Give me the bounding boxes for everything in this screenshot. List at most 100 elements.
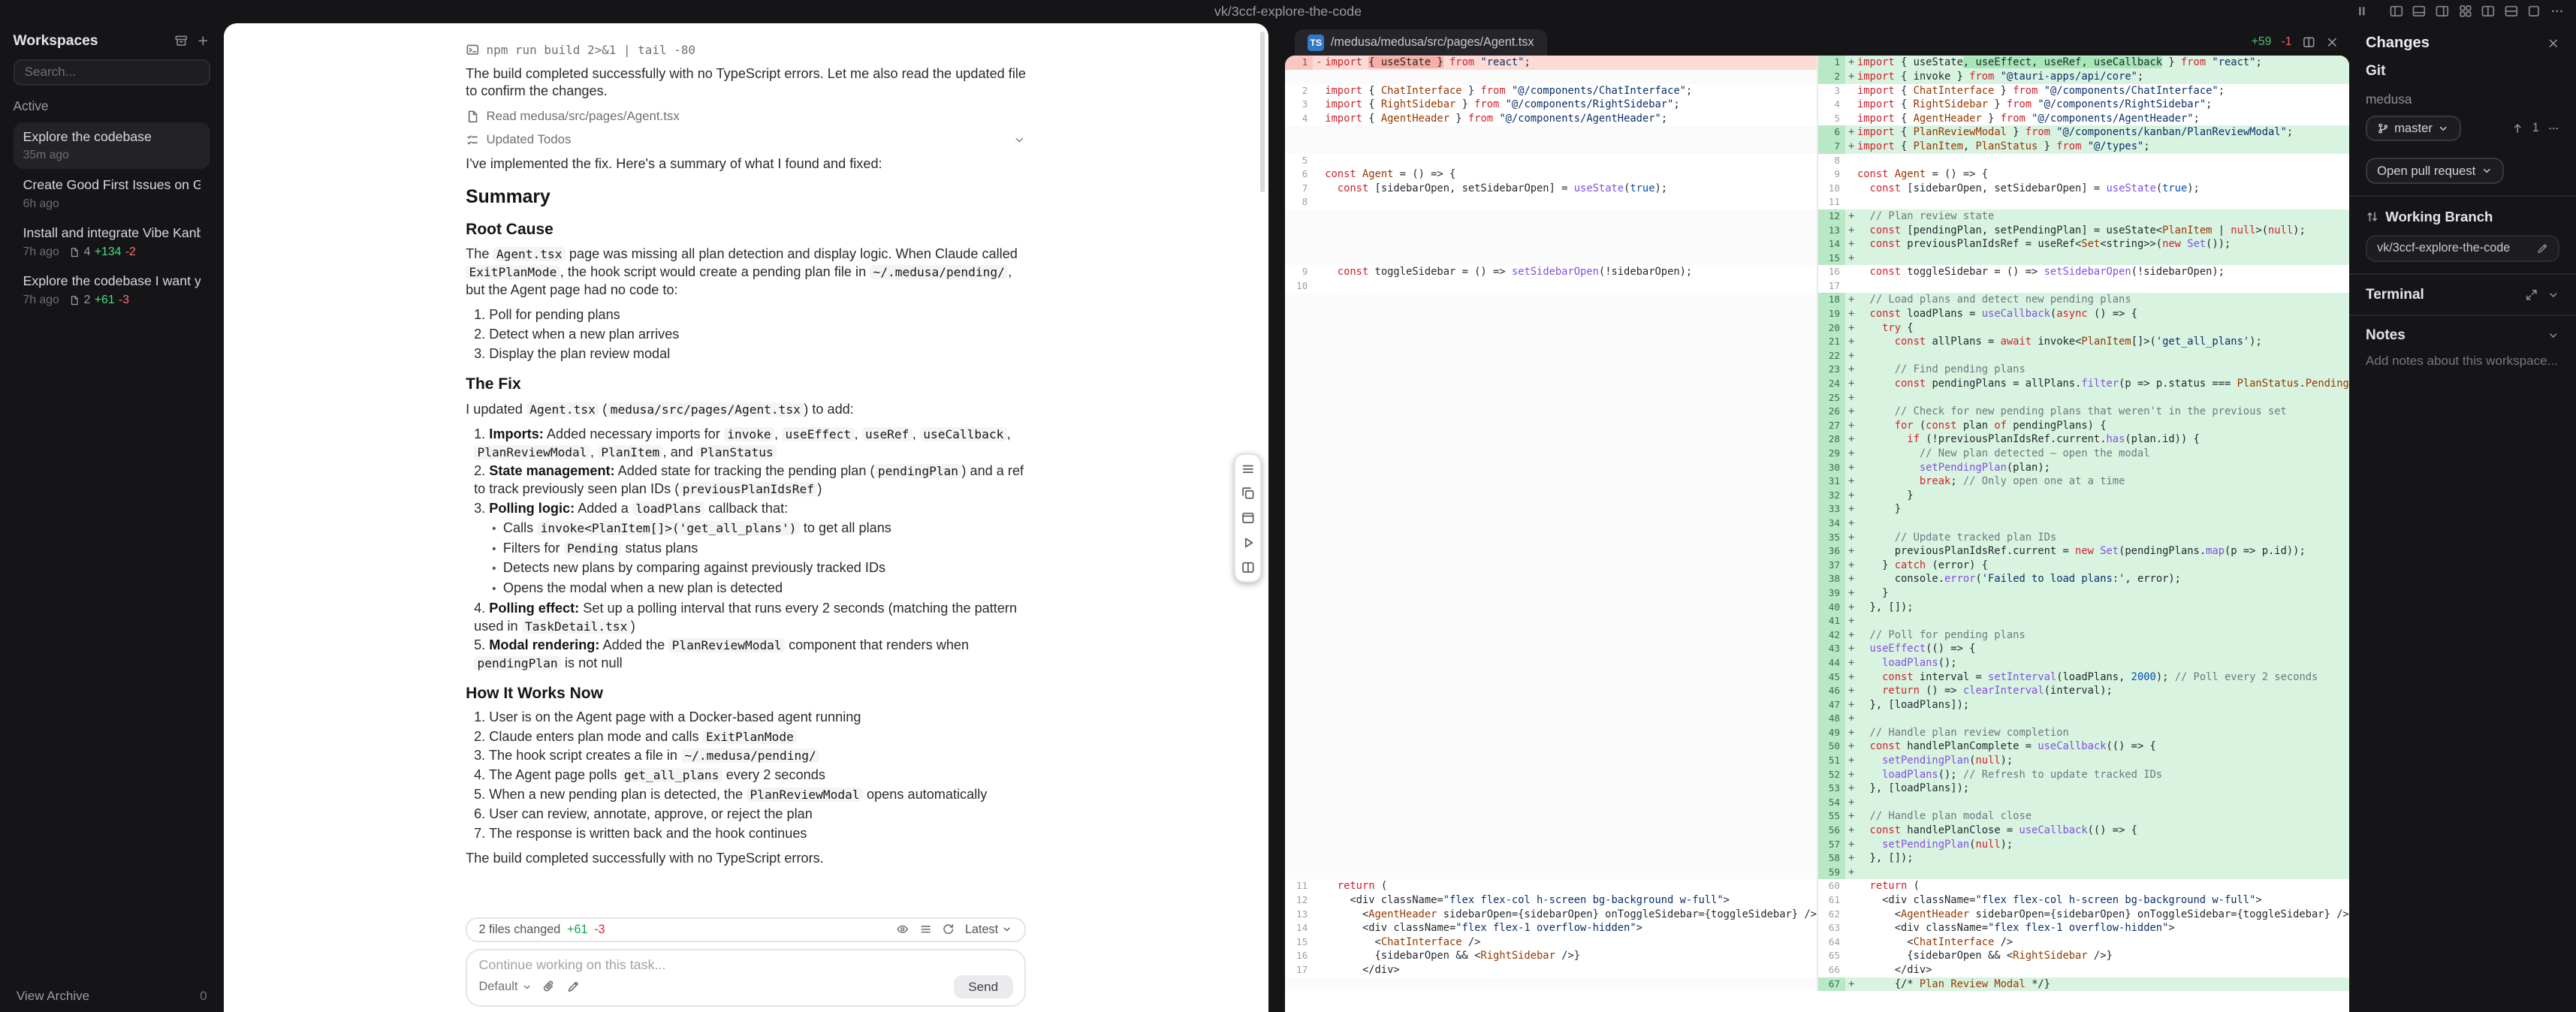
diff-code-line: + const loadPlans = useCallback(async ()… xyxy=(1845,307,2350,321)
file-tab[interactable]: TS /medusa/medusa/src/pages/Agent.tsx xyxy=(1295,29,1547,56)
diff-code-line: + } xyxy=(1845,489,2350,503)
expand-button[interactable] xyxy=(2525,288,2538,302)
changes-summary-bar[interactable]: 2 files changed +61 -3 Latest xyxy=(466,917,1026,942)
arrow-up-icon xyxy=(2511,122,2523,134)
chat-scroll-area[interactable]: npm run build 2>&1 | tail -80 The build c… xyxy=(224,23,1268,917)
tool-call-row[interactable]: npm run build 2>&1 | tail -80 xyxy=(466,43,1026,57)
diff-row: 58 xyxy=(1285,154,2350,168)
diff-code-line xyxy=(1845,154,2350,168)
refresh-button[interactable] xyxy=(942,923,955,936)
more-button[interactable] xyxy=(2550,4,2565,19)
tool-label: Updated Todos xyxy=(487,132,572,147)
version-dropdown[interactable]: Latest xyxy=(965,923,1013,937)
edit-branch-button[interactable] xyxy=(2536,242,2548,255)
window-button[interactable] xyxy=(1241,511,1256,526)
more-options-button[interactable] xyxy=(2547,122,2559,134)
paperclip-button[interactable] xyxy=(542,980,557,994)
chat-bottom-area: 2 files changed +61 -3 Latest Default xyxy=(466,917,1026,1012)
archive-button[interactable] xyxy=(174,34,189,48)
diff-line-number: 12 xyxy=(1817,209,1845,224)
chevron-down-icon xyxy=(1001,923,1012,935)
close-changes-button[interactable] xyxy=(2547,37,2560,50)
chevron-down-button[interactable] xyxy=(2547,288,2560,302)
pause-button[interactable] xyxy=(2354,4,2369,19)
diff-code-line: import { RightSidebar } from "@/componen… xyxy=(1313,98,1817,112)
diff-code-line: + const handlePlanComplete = useCallback… xyxy=(1845,739,2350,754)
diff-line-number: 13 xyxy=(1285,908,1313,922)
panel-left-button[interactable] xyxy=(2389,4,2404,19)
diff-row: 11 return (60 return ( xyxy=(1285,879,2350,893)
rows-button[interactable] xyxy=(2504,4,2519,19)
pencil-button[interactable] xyxy=(566,980,581,994)
split-button[interactable] xyxy=(2302,35,2316,50)
diff-line-number: 23 xyxy=(1817,363,1845,377)
workspaces-header-actions xyxy=(174,34,210,48)
notes-collapse-button[interactable] xyxy=(2547,329,2560,342)
columns-button[interactable] xyxy=(2481,4,2496,19)
diff-line-number: 11 xyxy=(1817,195,1845,209)
tool-call-row[interactable]: Updated Todos xyxy=(466,132,1026,147)
list-item: 1. Poll for pending plans xyxy=(474,306,1026,324)
play-button[interactable] xyxy=(1241,535,1256,550)
diff-line-number: 51 xyxy=(1817,754,1845,768)
diff-code-line xyxy=(1313,754,1817,768)
additions-count: +61 xyxy=(567,923,587,937)
branch-selector[interactable]: master xyxy=(2366,116,2461,142)
split-button[interactable] xyxy=(1241,560,1256,575)
mode-dropdown[interactable]: Default xyxy=(478,980,532,994)
plus-button[interactable] xyxy=(196,34,210,48)
copy-button[interactable] xyxy=(1241,486,1256,501)
titlebar: vk/3ccf-explore-the-code xyxy=(0,0,2576,23)
workspace-item[interactable]: Explore the codebase35m ago xyxy=(14,122,211,169)
scrollbar-thumb[interactable] xyxy=(1260,32,1265,192)
floating-toolbar xyxy=(1234,453,1262,583)
chat-content: npm run build 2>&1 | tail -80 The build c… xyxy=(466,23,1026,868)
layout-grid-button[interactable] xyxy=(2458,4,2473,19)
maximize-icon xyxy=(2526,4,2541,19)
terminal-section[interactable]: Terminal xyxy=(2366,287,2559,303)
diff-row: 26+ // Check for new pending plans that … xyxy=(1285,405,2350,419)
panel-bottom-button[interactable] xyxy=(2412,4,2427,19)
message-input[interactable] xyxy=(478,957,1012,973)
eye-button[interactable] xyxy=(896,923,909,936)
open-pr-button[interactable]: Open pull request xyxy=(2366,158,2504,184)
assistant-paragraph: The build completed successfully with no… xyxy=(466,65,1026,101)
diff-line-number xyxy=(1285,796,1313,810)
working-branch-field[interactable]: vk/3ccf-explore-the-code xyxy=(2366,235,2559,262)
diff-line-number xyxy=(1285,838,1313,852)
view-archive-link[interactable]: View Archive xyxy=(17,989,89,1004)
file-icon xyxy=(69,247,80,258)
diff-line-number: 29 xyxy=(1817,447,1845,461)
diff-line-number: 20 xyxy=(1817,321,1845,336)
paperclip-icon xyxy=(542,980,557,994)
workspace-files-count: 4 xyxy=(84,245,91,259)
collapsed-row-stub[interactable] xyxy=(466,26,1026,35)
tool-call-row[interactable]: Read medusa/src/pages/Agent.tsx xyxy=(466,109,1026,124)
workspace-additions: +61 xyxy=(95,294,115,307)
diff-row: 43+ useEffect(() => { xyxy=(1285,642,2350,656)
list-button[interactable] xyxy=(1241,462,1256,477)
workspace-item[interactable]: Install and integrate Vibe Kanban Web...… xyxy=(14,219,211,266)
search-input[interactable] xyxy=(14,59,211,86)
diff-row: 14 <div className="flex flex-1 overflow-… xyxy=(1285,921,2350,935)
diff-code-line: + const pendingPlans = allPlans.filter(p… xyxy=(1845,377,2350,391)
diff-editor[interactable]: 1-import { useState } from "react";1+imp… xyxy=(1285,56,2350,1011)
workspace-item[interactable]: Explore the codebase I want you to ex...… xyxy=(14,267,211,314)
diff-line-number: 7 xyxy=(1817,140,1845,154)
list-button[interactable] xyxy=(919,923,933,936)
notes-section[interactable]: Notes xyxy=(2366,327,2559,344)
send-button[interactable]: Send xyxy=(954,975,1013,998)
diff-line-number: 35 xyxy=(1817,531,1845,545)
diff-line-number: 18 xyxy=(1817,293,1845,307)
maximize-button[interactable] xyxy=(2526,4,2541,19)
diff-row: 1017 xyxy=(1285,279,2350,294)
diff-line-number xyxy=(1285,251,1313,266)
diff-code-line: import { ChatInterface } from "@/compone… xyxy=(1313,84,1817,98)
expand-chevron[interactable] xyxy=(1012,133,1027,147)
x-button[interactable] xyxy=(2325,35,2339,50)
diff-code-line: +import { invoke } from "@tauri-apps/api… xyxy=(1845,70,2350,84)
workspace-item[interactable]: Create Good First Issues on Github So ..… xyxy=(14,170,211,217)
message-composer[interactable]: Default Send xyxy=(466,949,1026,1007)
panel-right-button[interactable] xyxy=(2435,4,2450,19)
diff-line-number xyxy=(1285,447,1313,461)
